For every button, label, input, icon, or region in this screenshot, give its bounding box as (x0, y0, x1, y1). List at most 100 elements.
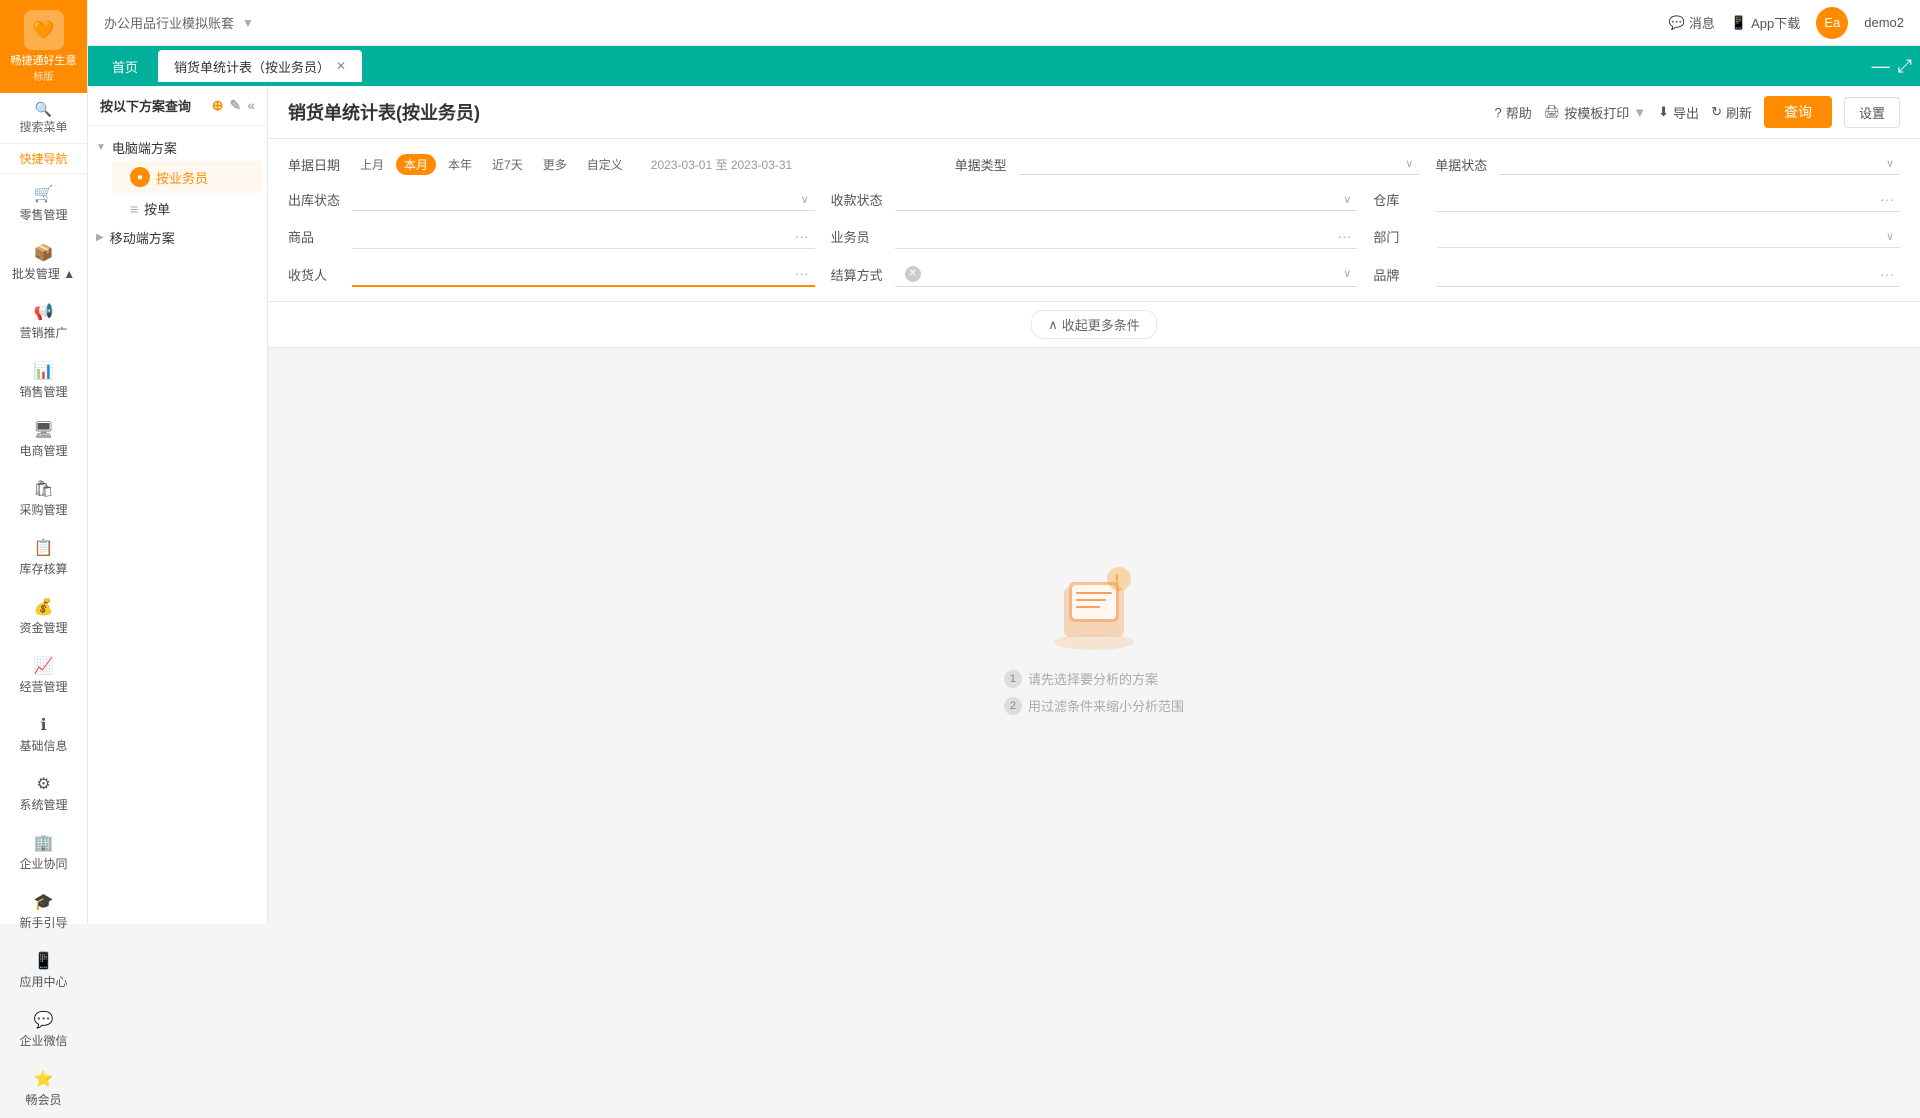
brand-dots-icon: ··· (1880, 266, 1894, 282)
tab-minimize-icon[interactable]: — (1872, 56, 1890, 77)
print-arrow-icon: ▼ (1633, 105, 1646, 120)
salesperson-input[interactable]: ··· (895, 224, 1358, 249)
print-button[interactable]: 🖨 按模板打印 ▼ (1544, 103, 1646, 122)
order-type-label: 单据类型 (955, 155, 1011, 174)
tab-home[interactable]: 首页 (96, 50, 154, 82)
filter-receiver: 收货人 ··· (288, 261, 815, 287)
date-pills: 上月 本月 本年 近7天 更多 自定义 (352, 154, 631, 175)
sidebar-item-enterprise[interactable]: 🏢 企业协同 (0, 823, 87, 882)
export-button[interactable]: ⬇ 导出 (1658, 103, 1699, 122)
out-status-label: 出库状态 (288, 190, 344, 209)
scheme-tree: ▼ 电脑端方案 ● 按业务员 ≡ 按单 ▶ 移动端方案 (88, 126, 267, 259)
sidebar-item-inventory[interactable]: 📋 库存核算 (0, 528, 87, 587)
filter-date: 单据日期 上月 本月 本年 近7天 更多 自定义 2023-03-01 至 20… (288, 154, 939, 175)
logo[interactable]: 🧡 畅捷通好生意 标版 (0, 0, 87, 93)
dropdown-arrow[interactable]: ▼ (242, 16, 254, 30)
sidebar: 🧡 畅捷通好生意 标版 🔍 搜索菜单 快捷导航 🛒 零售管理 📦 批发管理 ▲ … (0, 0, 88, 924)
scheme-group-pc[interactable]: ▼ 电脑端方案 (88, 134, 267, 161)
dept-input[interactable]: ∨ (1437, 226, 1900, 248)
out-status-input[interactable]: ∨ (352, 189, 815, 211)
sidebar-item-appcenter[interactable]: 📱 应用中心 (0, 941, 87, 1000)
collect-status-input[interactable]: ∨ (895, 189, 1358, 211)
query-button[interactable]: 查询 (1764, 96, 1832, 128)
sidebar-item-wechat[interactable]: 💬 企业微信 (0, 1000, 87, 1059)
date-pill-more[interactable]: 更多 (535, 154, 575, 175)
scheme-by-order[interactable]: ≡ 按单 (112, 193, 263, 224)
sidebar-item-finance[interactable]: 💰 资金管理 (0, 587, 87, 646)
message-label: 消息 (1689, 13, 1715, 32)
sidebar-item-operations[interactable]: 📈 经营管理 (0, 646, 87, 705)
member-icon: ⭐ (34, 1069, 54, 1089)
sales-icon: 📊 (34, 361, 54, 381)
sidebar-item-basic[interactable]: ℹ 基础信息 (0, 705, 87, 764)
date-pill-custom[interactable]: 自定义 (579, 154, 631, 175)
refresh-button[interactable]: ↻ 刷新 (1711, 103, 1752, 122)
tab-expand-icon[interactable]: ⤢ (1898, 56, 1912, 77)
goods-input[interactable]: ··· (352, 224, 815, 249)
goods-dots-icon: ··· (795, 228, 809, 244)
date-pill-7days[interactable]: 近7天 (484, 154, 531, 175)
settle-input[interactable]: ✕ ∨ (895, 262, 1358, 287)
sidebar-item-marketing[interactable]: 📢 营销推广 (0, 292, 87, 351)
date-pill-this-month[interactable]: 本月 (396, 154, 436, 175)
sidebar-item-purchase[interactable]: 🛍 采购管理 (0, 469, 87, 528)
help-button[interactable]: ? 帮助 (1494, 103, 1531, 122)
order-type-input[interactable]: ∨ (1019, 153, 1420, 175)
message-button[interactable]: 💬 消息 (1669, 13, 1715, 32)
tab-bar-actions: — ⤢ (1872, 56, 1912, 77)
logo-icon: 🧡 (24, 10, 64, 50)
goods-label: 商品 (288, 227, 344, 246)
scheme-group-mobile[interactable]: ▶ 移动端方案 (88, 224, 267, 251)
main-area: 办公用品行业模拟账套 ▼ 💬 消息 📱 App下载 Ea demo2 首页 销货… (88, 0, 1920, 924)
scheme-by-salesperson[interactable]: ● 按业务员 (112, 161, 263, 193)
sidebar-search[interactable]: 🔍 搜索菜单 (0, 93, 87, 144)
collapse-button[interactable]: ∧ 收起更多条件 (1031, 310, 1157, 339)
inventory-icon: 📋 (34, 538, 54, 558)
sidebar-quicknav-label: 快捷导航 (0, 150, 87, 167)
workspace-label[interactable]: 办公用品行业模拟账套 (104, 13, 234, 32)
filter-warehouse: 仓库 ··· (1373, 187, 1900, 212)
brand-input[interactable]: ··· (1437, 262, 1900, 287)
collapse-label: 收起更多条件 (1062, 315, 1140, 334)
app-download-button[interactable]: 📱 App下载 (1731, 13, 1800, 32)
empty-tips: 1 请先选择要分析的方案 2 用过滤条件来缩小分析范围 (1004, 669, 1184, 715)
page-content: 按以下方案查询 ⊕ ✎ « ▼ 电脑端方案 ● 按业务员 (88, 86, 1920, 924)
filter-area: 单据日期 上月 本月 本年 近7天 更多 自定义 2023-03-01 至 20… (268, 139, 1920, 302)
sidebar-item-sales[interactable]: 📊 销售管理 (0, 351, 87, 410)
user-avatar[interactable]: Ea (1816, 7, 1848, 39)
sidebar-system-label: 系统管理 (19, 796, 67, 813)
sidebar-wechat-label: 企业微信 (19, 1032, 67, 1049)
group-mobile-arrow-icon: ▶ (96, 232, 104, 243)
appcenter-icon: 📱 (34, 951, 54, 971)
order-type-arrow-icon: ∨ (1405, 157, 1413, 170)
scheme-collapse-icon[interactable]: « (247, 97, 255, 114)
settle-label: 结算方式 (831, 265, 887, 284)
sidebar-item-newbie[interactable]: 🎓 新手引导 (0, 882, 87, 941)
sidebar-item-ecommerce[interactable]: 🖥 电商管理 (0, 410, 87, 469)
basic-icon: ℹ (40, 715, 46, 735)
warehouse-label: 仓库 (1373, 190, 1429, 209)
sidebar-quicknav[interactable]: 快捷导航 (0, 144, 87, 174)
scheme-add-icon[interactable]: ⊕ (212, 97, 224, 114)
settle-tag-close[interactable]: ✕ (905, 266, 921, 282)
warehouse-input[interactable]: ··· (1437, 187, 1900, 212)
setting-button[interactable]: 设置 (1844, 97, 1900, 128)
tab-close-icon[interactable]: ✕ (336, 59, 346, 73)
sidebar-member-label: 畅会员 (25, 1091, 61, 1108)
home-tab-label: 首页 (112, 57, 138, 76)
sidebar-item-retail[interactable]: 🛒 零售管理 (0, 174, 87, 233)
date-pill-last-month[interactable]: 上月 (352, 154, 392, 175)
username[interactable]: demo2 (1864, 15, 1904, 30)
date-pill-this-year[interactable]: 本年 (440, 154, 480, 175)
sidebar-item-member[interactable]: ⭐ 畅会员 (0, 1059, 87, 1118)
scheme-edit-icon[interactable]: ✎ (229, 97, 241, 114)
receiver-input[interactable]: ··· (352, 261, 815, 287)
scheme-panel-title: 按以下方案查询 (100, 96, 191, 115)
sidebar-basic-label: 基础信息 (19, 737, 67, 754)
sidebar-item-system[interactable]: ⚙ 系统管理 (0, 764, 87, 823)
scheme-panel-actions: ⊕ ✎ « (212, 97, 255, 114)
sidebar-item-wholesale[interactable]: 📦 批发管理 ▲ (0, 233, 87, 292)
order-scheme-label: 按单 (144, 199, 170, 218)
order-status-input[interactable]: ∨ (1499, 153, 1900, 175)
tab-sales-report[interactable]: 销货单统计表（按业务员） ✕ (158, 50, 362, 82)
